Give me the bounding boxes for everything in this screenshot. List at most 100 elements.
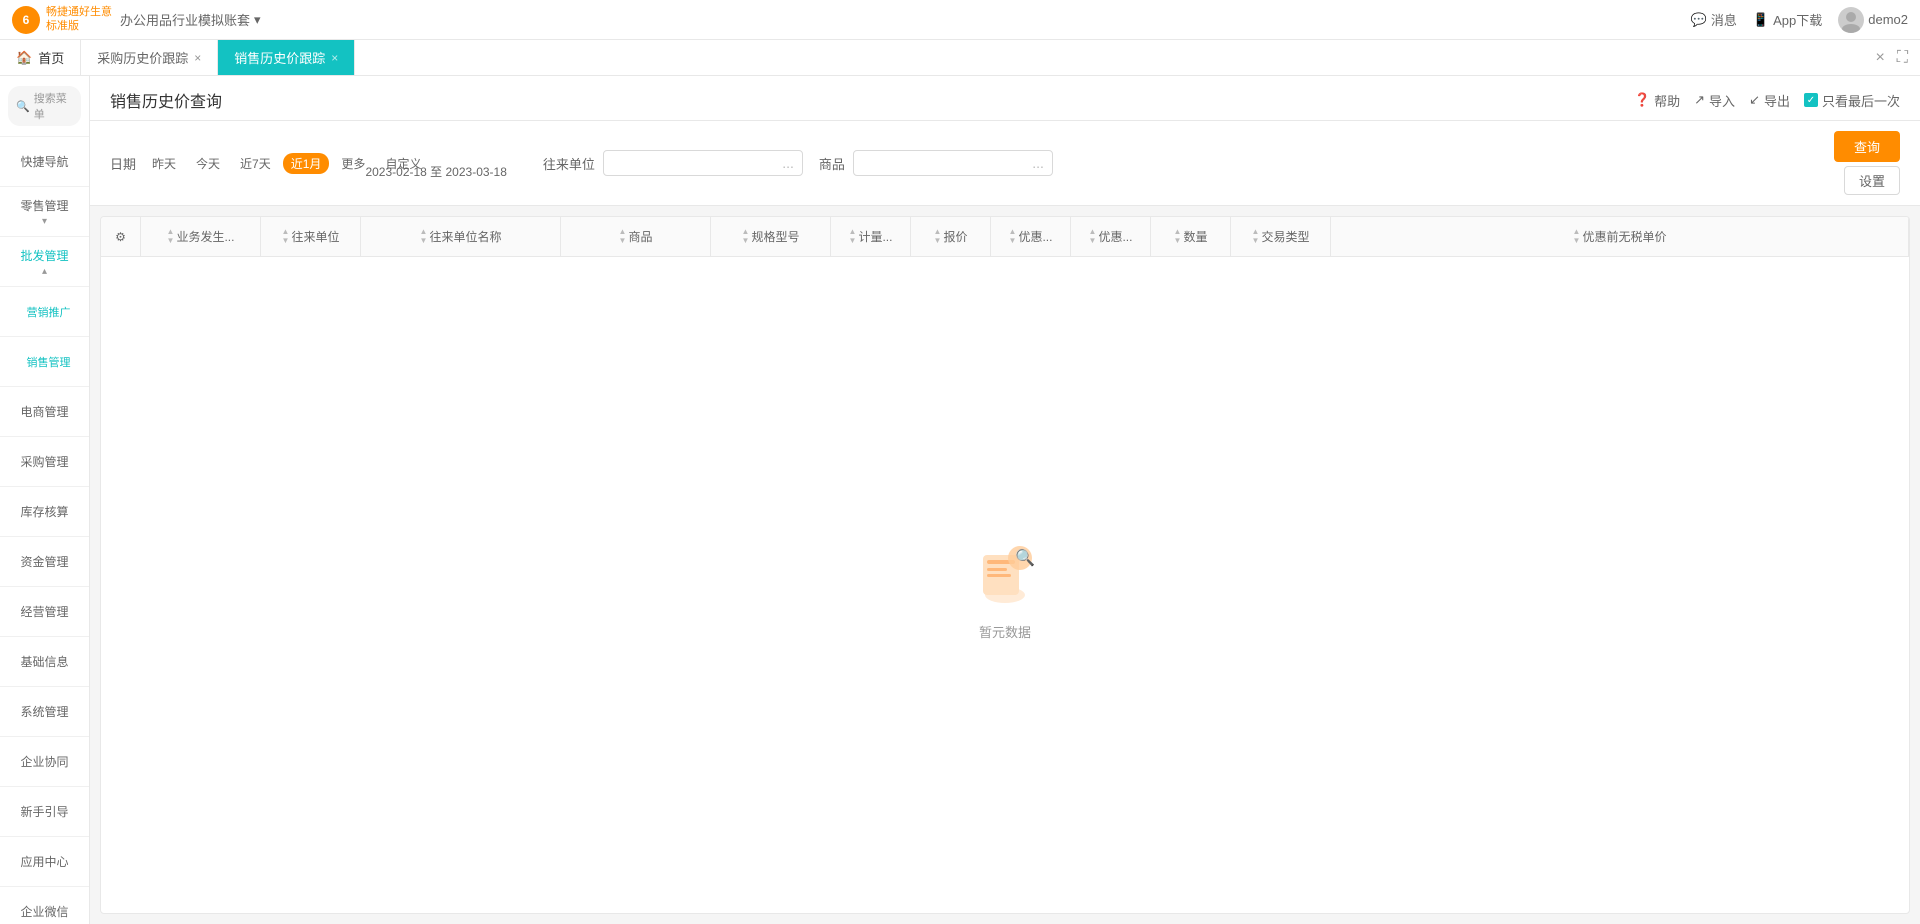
chevron-up-icon: ▴ [42,266,47,277]
sidebar-item-sales[interactable]: 销售管理 [0,337,89,387]
tab-sales-history[interactable]: 销售历史价跟踪 × [218,40,355,75]
tab-right-actions: × ⛶ [1863,40,1920,75]
close-window-button[interactable]: × [1875,49,1884,67]
sidebar-item-purchase[interactable]: 采购管理 [0,437,89,487]
export-button[interactable]: ↙ 导出 [1749,91,1790,110]
sidebar-item-enterprise-wechat[interactable]: 企业微信 [0,887,89,924]
tab-home[interactable]: 🏠 首页 [0,40,81,75]
content-area: 销售历史价查询 ❓ 帮助 ↗ 导入 ↙ 导出 ✓ 只看最后一次 [90,76,1920,924]
table-col-discount2[interactable]: ▲▼ 优惠... [1071,217,1151,256]
date-range-display: 2023-02-18 至 2023-03-18 [365,163,506,180]
table-col-pre-tax-price[interactable]: ▲▼ 优惠前无税单价 [1331,217,1909,256]
partner-input[interactable]: ... [603,150,803,176]
sidebar-item-wholesale[interactable]: 批发管理 ▴ [0,237,89,287]
date-yesterday[interactable]: 昨天 [144,153,184,174]
show-last-checkbox-label[interactable]: ✓ 只看最后一次 [1804,91,1900,110]
main-layout: 🔍 搜索菜单 快捷导航 零售管理 ▾ 批发管理 ▴ 营销推广 销售管理 电商管理… [0,76,1920,924]
empty-state: 🔍 暂元数据 [101,257,1909,913]
table-col-unit[interactable]: ▲▼ 计量... [831,217,911,256]
search-icon: 🔍 [16,100,30,113]
sort-icon: ▲▼ [1174,228,1182,245]
logo-text: 畅捷通好生意 标准版 [46,6,112,32]
header-actions: ❓ 帮助 ↗ 导入 ↙ 导出 ✓ 只看最后一次 [1634,91,1900,110]
avatar [1838,7,1864,33]
close-tab-purchase[interactable]: × [194,51,201,65]
table-col-product[interactable]: ▲▼ 商品 [561,217,711,256]
message-icon: 💬 [1691,12,1707,28]
sidebar-search-area: 🔍 搜索菜单 [0,76,89,137]
tab-bar: 🏠 首页 采购历史价跟踪 × 销售历史价跟踪 × × ⛶ [0,40,1920,76]
import-button[interactable]: ↗ 导入 [1694,91,1735,110]
sort-icon: ▲▼ [619,228,627,245]
partner-label: 往来单位 [543,154,595,173]
filter-actions: 查询 设置 [1834,131,1900,195]
table-header: ⚙ ▲▼ 业务发生... ▲▼ 往来单位 ▲▼ 往来单位名称 ▲▼ 商品 [101,217,1909,257]
sort-icon: ▲▼ [1089,228,1097,245]
sort-icon: ▲▼ [849,228,857,245]
sidebar-item-marketing[interactable]: 营销推广 [0,287,89,337]
product-label: 商品 [819,154,845,173]
sidebar-item-app-center[interactable]: 应用中心 [0,837,89,887]
search-menu-button[interactable]: 🔍 搜索菜单 [8,86,81,126]
sort-icon: ▲▼ [742,228,750,245]
sidebar-item-enterprise-collab[interactable]: 企业协同 [0,737,89,787]
sort-icon: ▲▼ [282,228,290,245]
sort-icon: ▲▼ [1252,228,1260,245]
date-7days[interactable]: 近7天 [232,153,279,174]
table-col-gear[interactable]: ⚙ [101,217,141,256]
query-button[interactable]: 查询 [1834,131,1900,162]
top-bar: 6 畅捷通好生意 标准版 办公用品行业模拟账套 ▾ 💬 消息 📱 App下载 d… [0,0,1920,40]
user-menu[interactable]: demo2 [1838,7,1908,33]
sidebar-item-retail[interactable]: 零售管理 ▾ [0,187,89,237]
filter-row: 日期 昨天 今天 近7天 近1月 更多 自定义 2023-02-18 至 202… [110,131,1900,195]
help-icon: ❓ [1634,92,1650,108]
sidebar-item-inventory[interactable]: 库存核算 [0,487,89,537]
sort-icon: ▲▼ [1573,228,1581,245]
message-button[interactable]: 💬 消息 [1691,10,1737,29]
fullscreen-button[interactable]: ⛶ [1897,49,1908,67]
app-title[interactable]: 办公用品行业模拟账套 ▾ [120,10,261,29]
settings-button[interactable]: 设置 [1844,166,1900,195]
logo: 6 畅捷通好生意 标准版 [12,6,112,34]
tab-purchase-history[interactable]: 采购历史价跟踪 × [81,40,218,75]
top-bar-right: 💬 消息 📱 App下载 demo2 [1691,7,1908,33]
logo-icon: 6 [12,6,40,34]
sidebar-item-ecommerce[interactable]: 电商管理 [0,387,89,437]
sort-icon: ▲▼ [1009,228,1017,245]
table-col-biz-date[interactable]: ▲▼ 业务发生... [141,217,261,256]
empty-text: 暂元数据 [979,622,1031,641]
date-1month[interactable]: 近1月 [283,153,330,174]
table-col-partner-code[interactable]: ▲▼ 往来单位 [261,217,361,256]
sidebar: 🔍 搜索菜单 快捷导航 零售管理 ▾ 批发管理 ▴ 营销推广 销售管理 电商管理… [0,76,90,924]
page-header: 销售历史价查询 ❓ 帮助 ↗ 导入 ↙ 导出 ✓ 只看最后一次 [90,76,1920,121]
date-label: 日期 [110,154,136,173]
product-input[interactable]: ... [853,150,1053,176]
top-bar-left: 6 畅捷通好生意 标准版 办公用品行业模拟账套 ▾ [12,6,261,34]
partner-dots: ... [782,155,794,171]
sidebar-item-operations[interactable]: 经营管理 [0,587,89,637]
table-col-partner-name[interactable]: ▲▼ 往来单位名称 [361,217,561,256]
product-filter-group: 商品 ... [819,150,1053,176]
sort-icon: ▲▼ [167,228,175,245]
sort-icon: ▲▼ [934,228,942,245]
app-download-button[interactable]: 📱 App下载 [1753,10,1822,29]
sidebar-item-new-guide[interactable]: 新手引导 [0,787,89,837]
table-col-quote[interactable]: ▲▼ 报价 [911,217,991,256]
table-col-trade-type[interactable]: ▲▼ 交易类型 [1231,217,1331,256]
import-icon: ↗ [1694,92,1705,108]
sidebar-item-base-info[interactable]: 基础信息 [0,637,89,687]
filter-bar: 日期 昨天 今天 近7天 近1月 更多 自定义 2023-02-18 至 202… [90,121,1920,206]
sidebar-item-finance[interactable]: 资金管理 [0,537,89,587]
download-icon: 📱 [1753,12,1769,28]
table-col-discount1[interactable]: ▲▼ 优惠... [991,217,1071,256]
table-col-quantity[interactable]: ▲▼ 数量 [1151,217,1231,256]
product-dots: ... [1032,155,1044,171]
sidebar-item-quick-nav[interactable]: 快捷导航 [0,137,89,187]
table-container: ⚙ ▲▼ 业务发生... ▲▼ 往来单位 ▲▼ 往来单位名称 ▲▼ 商品 [100,216,1910,914]
page-title: 销售历史价查询 [110,88,222,112]
sidebar-item-system[interactable]: 系统管理 [0,687,89,737]
close-tab-sales[interactable]: × [331,51,338,65]
help-button[interactable]: ❓ 帮助 [1634,91,1680,110]
table-col-spec[interactable]: ▲▼ 规格型号 [711,217,831,256]
date-today[interactable]: 今天 [188,153,228,174]
